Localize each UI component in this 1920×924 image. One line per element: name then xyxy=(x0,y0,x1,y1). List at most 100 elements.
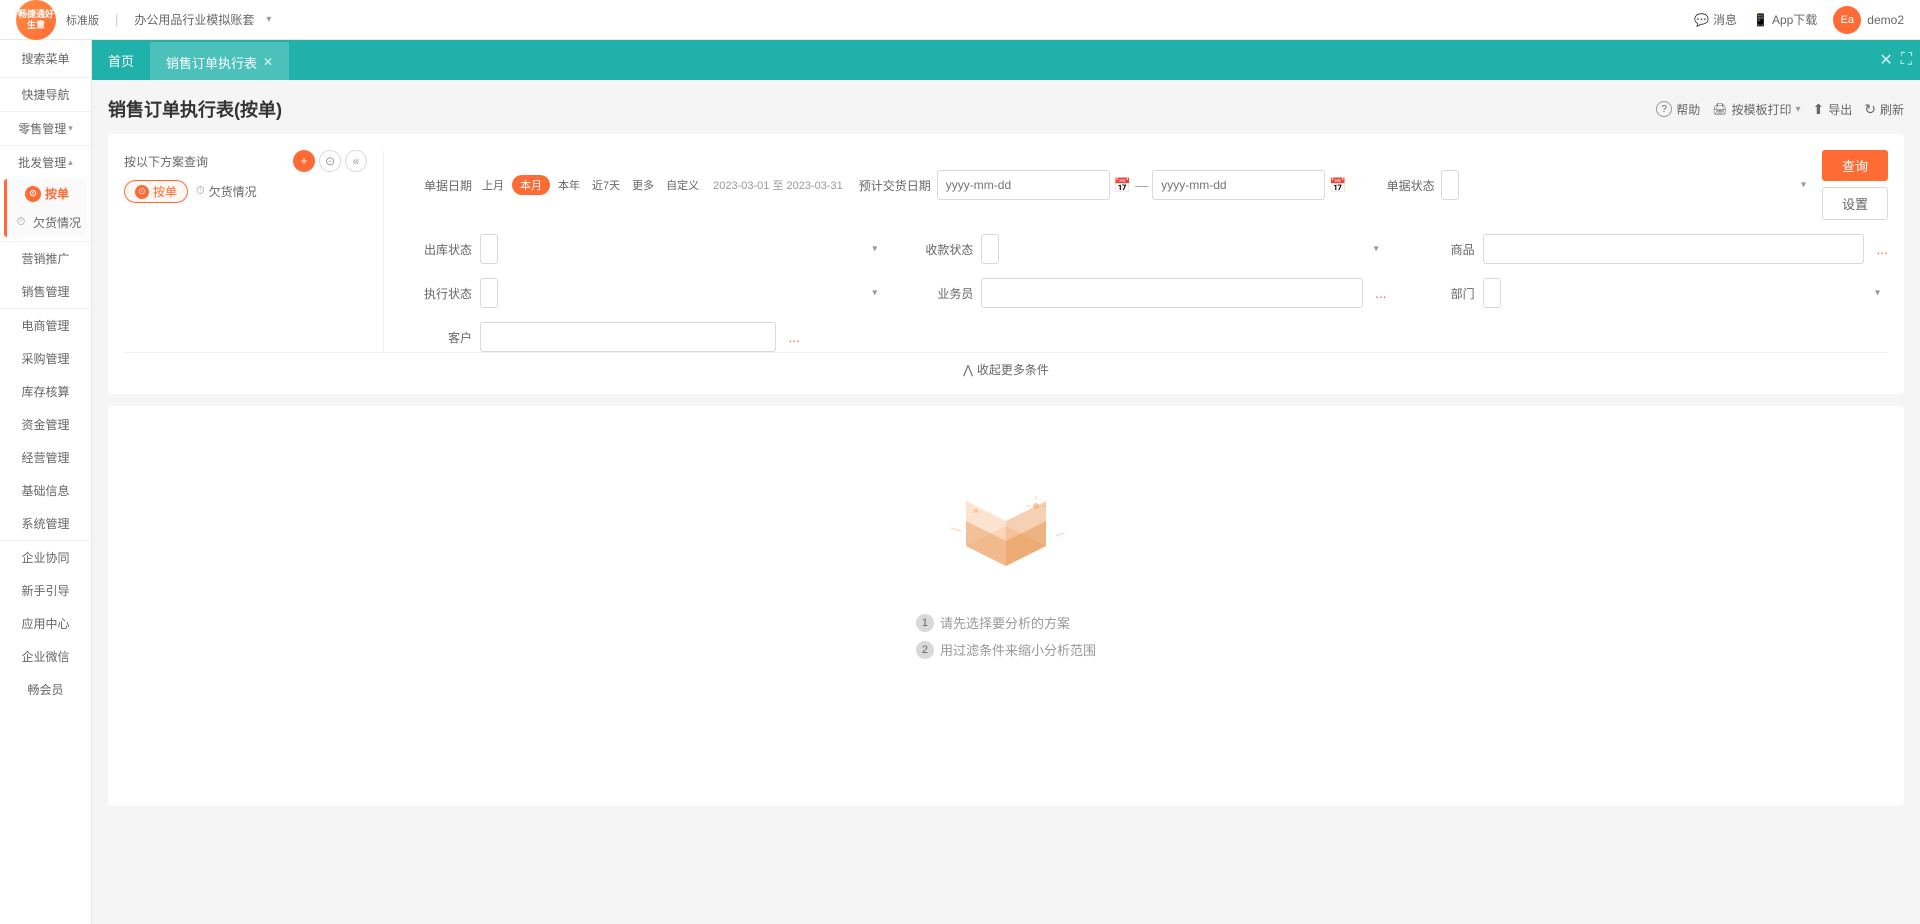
delivery-status-label: 出库状态 xyxy=(400,241,472,258)
date-range-display: 2023-03-01 至 2023-03-31 xyxy=(713,177,843,193)
scheme-receivables-icon: ⏱ xyxy=(196,185,205,198)
app-download-label: App下载 xyxy=(1772,11,1817,28)
top-bar-left: 畅捷通好生意 标准版 | 办公用品行业模拟账套 ▾ xyxy=(16,0,271,40)
refresh-icon: ↻ xyxy=(1864,101,1876,118)
sidebar-item-marketing[interactable]: 营销推广 xyxy=(0,241,91,275)
filter-row-3: 执行状态 业务员 xyxy=(400,278,1888,308)
scheme-collapse-btn[interactable]: « xyxy=(345,150,367,172)
tab-close-icon[interactable]: ✕ xyxy=(263,55,273,69)
date-tag-this-year[interactable]: 本年 xyxy=(554,175,584,195)
salesperson-ellipsis[interactable]: ... xyxy=(1375,285,1387,301)
date-tag-more[interactable]: 更多 xyxy=(628,175,658,195)
sidebar-item-ecommerce[interactable]: 电商管理 xyxy=(0,308,91,342)
product-label: 商品 xyxy=(1403,241,1475,258)
filter-footer: ⋀ 收起更多条件 xyxy=(124,352,1888,378)
product-input[interactable] xyxy=(1483,234,1865,264)
date-field: 单据日期 上月 本月 本年 近7天 更多 自定义 xyxy=(400,175,843,195)
refresh-label: 刷新 xyxy=(1880,101,1904,118)
refresh-btn[interactable]: ↻ 刷新 xyxy=(1864,101,1904,118)
purchase-label: 采购管理 xyxy=(21,350,69,367)
user-avatar: Ea xyxy=(1833,6,1861,34)
scheme-receivables-label: 欠货情况 xyxy=(209,183,257,200)
sidebar-item-app-center[interactable]: 应用中心 xyxy=(0,607,91,640)
print-btn[interactable]: 🖨 按模板打印 ▾ xyxy=(1712,101,1800,118)
sidebar-item-operations[interactable]: 经营管理 xyxy=(0,441,91,474)
sidebar-item-sales-mgmt[interactable]: 销售管理 xyxy=(0,275,91,308)
sidebar-item-finance[interactable]: 资金管理 xyxy=(0,408,91,441)
scheme-receivables-item[interactable]: ⏱ 欠货情况 xyxy=(196,183,257,200)
message-btn[interactable]: 💬 消息 xyxy=(1694,11,1737,28)
empty-hint-2: 2 用过滤条件来缩小分析范围 xyxy=(916,640,1096,659)
order-status-select[interactable] xyxy=(1441,170,1459,200)
operations-label: 经营管理 xyxy=(21,449,69,466)
sidebar-item-member[interactable]: 畅会员 xyxy=(0,673,91,706)
suite-dropdown-icon[interactable]: ▾ xyxy=(266,14,271,25)
sidebar-sub-receivables[interactable]: ⏱ 欠货情况 xyxy=(7,208,87,237)
exec-status-select[interactable] xyxy=(480,278,498,308)
empty-state: 1 请先选择要分析的方案 2 用过滤条件来缩小分析范围 xyxy=(108,406,1904,747)
date-tag-this-month[interactable]: 本月 xyxy=(512,175,550,195)
logo-sub: 标准版 xyxy=(66,12,99,28)
user-name: demo2 xyxy=(1867,13,1904,27)
sidebar-item-retail-mgmt[interactable]: 零售管理 ▾ xyxy=(0,112,91,146)
sidebar-item-new-guide[interactable]: 新手引导 xyxy=(0,574,91,607)
tab-expand-btn[interactable]: ⛶ xyxy=(1901,51,1912,69)
salesperson-field: 业务员 ... xyxy=(901,278,1386,308)
query-btn[interactable]: 查询 xyxy=(1822,150,1888,181)
sales-mgmt-label: 销售管理 xyxy=(21,283,69,300)
expected-date-to[interactable] xyxy=(1152,170,1325,200)
finance-label: 资金管理 xyxy=(21,416,69,433)
scheme-add-btn[interactable]: + xyxy=(293,150,315,172)
export-btn[interactable]: ⬆ 导出 xyxy=(1813,101,1853,118)
app-download-btn[interactable]: 📱 App下载 xyxy=(1753,11,1817,28)
product-ellipsis[interactable]: ... xyxy=(1876,241,1888,257)
main-layout: 搜索菜单 快捷导航 零售管理 ▾ 批发管理 ▴ ⊙ 按单 xyxy=(0,40,1920,924)
date-tag-last7[interactable]: 近7天 xyxy=(588,175,624,195)
top-bar: 畅捷通好生意 标准版 | 办公用品行业模拟账套 ▾ 💬 消息 📱 App下载 E… xyxy=(0,0,1920,40)
date-tag-custom[interactable]: 自定义 xyxy=(662,175,703,195)
user-area[interactable]: Ea demo2 xyxy=(1833,6,1904,34)
enterprise-wechat-label: 企业微信 xyxy=(21,648,69,665)
page-title: 销售订单执行表(按单) xyxy=(108,96,282,122)
payment-status-select[interactable] xyxy=(981,234,999,264)
tab-close-all-btn[interactable]: ✕ xyxy=(1879,50,1892,70)
sidebar-item-enterprise-wechat[interactable]: 企业微信 xyxy=(0,640,91,673)
sidebar-item-inventory[interactable]: 库存核算 xyxy=(0,375,91,408)
sidebar-item-system-mgmt[interactable]: 系统管理 xyxy=(0,507,91,540)
sidebar-item-enterprise[interactable]: 企业协同 xyxy=(0,540,91,574)
sidebar-item-purchase[interactable]: 采购管理 xyxy=(0,342,91,375)
ecommerce-label: 电商管理 xyxy=(21,317,69,334)
tab-home[interactable]: 首页 xyxy=(92,40,150,80)
filter-row-4: 客户 ... xyxy=(400,322,1888,352)
help-btn[interactable]: ? 帮助 xyxy=(1656,101,1700,118)
salesperson-input[interactable] xyxy=(981,278,1363,308)
expected-date-label: 预计交货日期 xyxy=(859,177,931,194)
filter-panel: 按以下方案查询 + ⊙ « ⊙ 按单 xyxy=(108,134,1904,394)
exec-status-label: 执行状态 xyxy=(400,285,472,302)
customer-ellipsis[interactable]: ... xyxy=(788,329,800,345)
basic-info-label: 基础信息 xyxy=(21,482,69,499)
receivables-sub-icon: ⏱ xyxy=(13,215,29,231)
payment-status-label: 收款状态 xyxy=(901,241,973,258)
app-logo: 畅捷通好生意 xyxy=(16,0,56,40)
date-separator: — xyxy=(1135,178,1148,193)
sidebar-item-quick-nav[interactable]: 快捷导航 xyxy=(0,78,91,112)
department-select[interactable] xyxy=(1483,278,1501,308)
sidebar-item-basic-info[interactable]: 基础信息 xyxy=(0,474,91,507)
tab-sales-order-exec[interactable]: 销售订单执行表 ✕ xyxy=(150,42,289,82)
wholesale-mgmt-label: 批发管理 xyxy=(18,154,66,171)
date-tag-last-month[interactable]: 上月 xyxy=(478,175,508,195)
customer-input[interactable] xyxy=(480,322,776,352)
delivery-status-select[interactable] xyxy=(480,234,498,264)
expected-date-from[interactable] xyxy=(937,170,1110,200)
quick-nav-label: 快捷导航 xyxy=(21,86,69,103)
scheme-copy-btn[interactable]: ⊙ xyxy=(319,150,341,172)
sidebar-item-search-menu[interactable]: 搜索菜单 xyxy=(0,40,91,78)
sidebar-sub-order[interactable]: ⊙ 按单 xyxy=(7,179,87,208)
sidebar-item-wholesale-mgmt[interactable]: 批发管理 ▴ xyxy=(0,146,91,179)
collapse-btn[interactable]: ⋀ 收起更多条件 xyxy=(963,361,1049,378)
setting-btn[interactable]: 设置 xyxy=(1822,187,1888,220)
filter-fields: 单据日期 上月 本月 本年 近7天 更多 自定义 xyxy=(400,150,1888,352)
scheme-order-item[interactable]: ⊙ 按单 xyxy=(124,180,188,203)
print-dropdown-icon: ▾ xyxy=(1795,104,1800,115)
